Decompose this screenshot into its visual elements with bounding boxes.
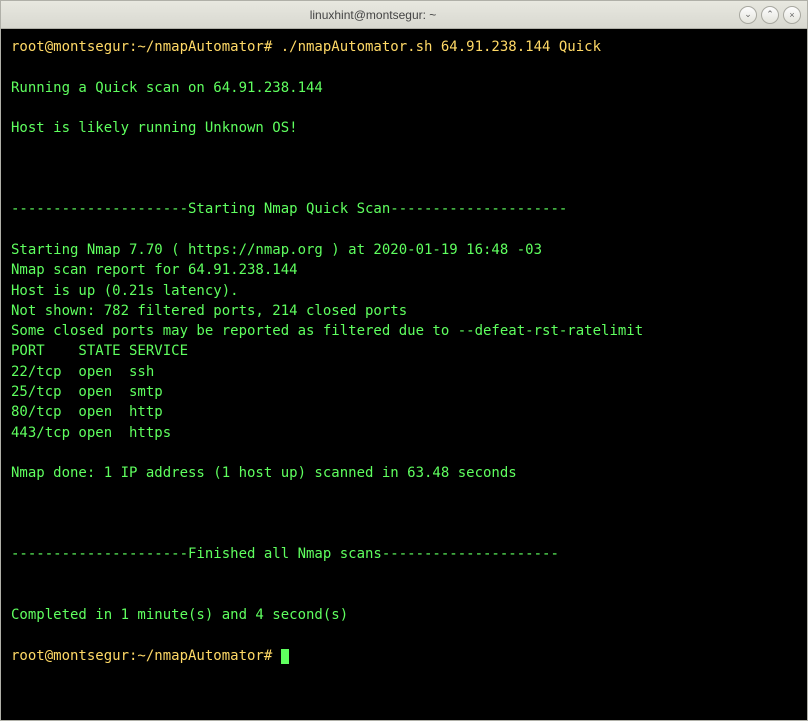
divider-end: ---------------------Finished all Nmap s… — [11, 546, 559, 562]
blank-line — [11, 161, 19, 177]
cursor-icon — [281, 649, 289, 664]
terminal-body[interactable]: root@montsegur:~/nmapAutomator# ./nmapAu… — [1, 29, 807, 720]
divider-start: ---------------------Starting Nmap Quick… — [11, 201, 567, 217]
not-shown-line: Not shown: 782 filtered ports, 214 close… — [11, 303, 407, 319]
host-os-line: Host is likely running Unknown OS! — [11, 120, 298, 136]
blank-line — [11, 181, 19, 197]
terminal-window: linuxhint@montsegur: ~ ⌄ ⌃ × root@montse… — [0, 0, 808, 721]
blank-line — [11, 222, 19, 238]
blank-line — [11, 587, 19, 603]
port-443: 443/tcp open https — [11, 425, 171, 441]
some-closed-line: Some closed ports may be reported as fil… — [11, 323, 643, 339]
port-25: 25/tcp open smtp — [11, 384, 163, 400]
blank-line — [11, 445, 19, 461]
completed-line: Completed in 1 minute(s) and 4 second(s) — [11, 607, 348, 623]
running-line: Running a Quick scan on 64.91.238.144 — [11, 80, 323, 96]
window-title: linuxhint@montsegur: ~ — [7, 8, 739, 22]
prompt-line-2: root@montsegur:~/nmapAutomator# — [11, 648, 281, 664]
blank-line — [11, 526, 19, 542]
blank-line — [11, 59, 19, 75]
titlebar-buttons: ⌄ ⌃ × — [739, 6, 801, 24]
blank-line — [11, 628, 19, 644]
blank-line — [11, 486, 19, 502]
port-80: 80/tcp open http — [11, 404, 163, 420]
blank-line — [11, 567, 19, 583]
nmap-report-line: Nmap scan report for 64.91.238.144 — [11, 262, 298, 278]
port-22: 22/tcp open ssh — [11, 364, 154, 380]
blank-line — [11, 506, 19, 522]
blank-line — [11, 140, 19, 156]
blank-line — [11, 100, 19, 116]
maximize-button[interactable]: ⌃ — [761, 6, 779, 24]
titlebar[interactable]: linuxhint@montsegur: ~ ⌄ ⌃ × — [1, 1, 807, 29]
prompt-line-1: root@montsegur:~/nmapAutomator# — [11, 39, 281, 55]
host-up-line: Host is up (0.21s latency). — [11, 283, 239, 299]
nmap-done-line: Nmap done: 1 IP address (1 host up) scan… — [11, 465, 517, 481]
close-button[interactable]: × — [783, 6, 801, 24]
nmap-start-line: Starting Nmap 7.70 ( https://nmap.org ) … — [11, 242, 542, 258]
minimize-button[interactable]: ⌄ — [739, 6, 757, 24]
command-input: ./nmapAutomator.sh 64.91.238.144 Quick — [281, 39, 601, 55]
port-header: PORT STATE SERVICE — [11, 343, 188, 359]
